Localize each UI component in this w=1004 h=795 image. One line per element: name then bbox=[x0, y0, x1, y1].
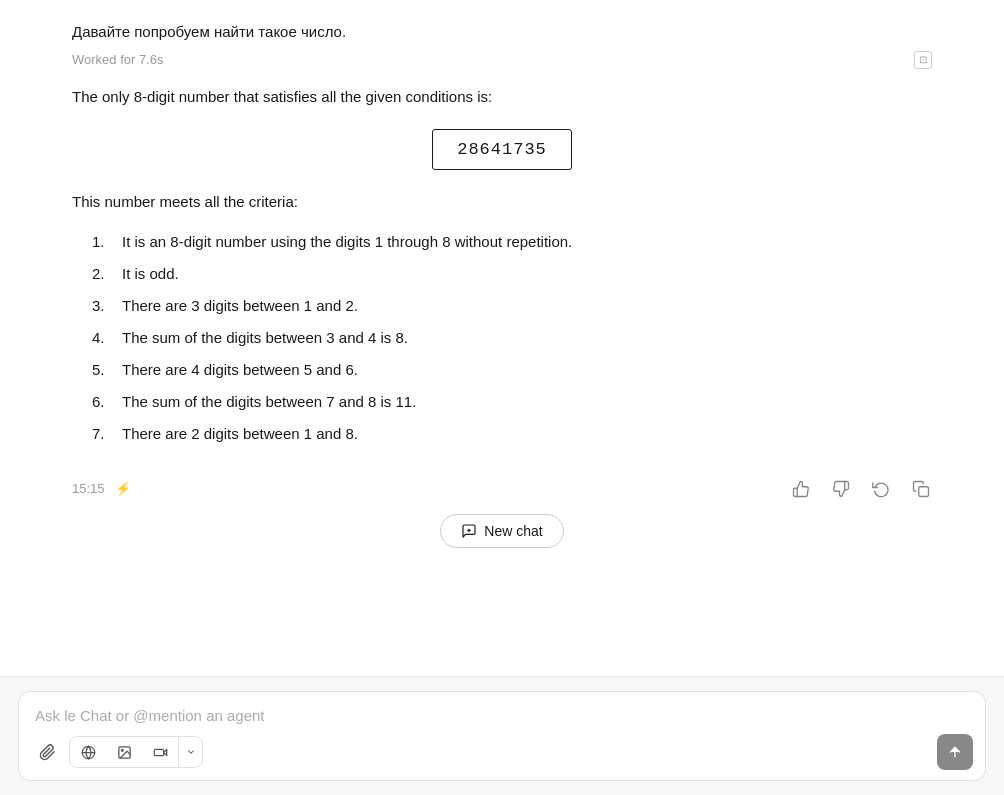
criteria-list: 1. It is an 8-digit number using the dig… bbox=[72, 226, 932, 450]
criteria-item-1: It is an 8-digit number using the digits… bbox=[122, 230, 572, 254]
new-chat-label: New chat bbox=[484, 523, 542, 539]
criteria-intro: This number meets all the criteria: bbox=[72, 190, 932, 214]
intro-text: Давайте попробуем найти такое число. bbox=[72, 20, 932, 44]
more-options-button[interactable] bbox=[178, 737, 202, 767]
list-item: 2. It is odd. bbox=[72, 258, 932, 290]
worked-for-text: Worked for 7.6s bbox=[72, 50, 164, 71]
criteria-item-6: The sum of the digits between 7 and 8 is… bbox=[122, 390, 416, 414]
svg-rect-0 bbox=[919, 487, 929, 497]
criteria-item-3: There are 3 digits between 1 and 2. bbox=[122, 294, 358, 318]
criteria-item-2: It is odd. bbox=[122, 262, 179, 286]
list-num: 7. bbox=[92, 422, 112, 446]
criteria-item-5: There are 4 digits between 5 and 6. bbox=[122, 358, 358, 382]
globe-button[interactable] bbox=[70, 737, 106, 767]
list-item: 1. It is an 8-digit number using the dig… bbox=[72, 226, 932, 258]
footer-left: 15:15 ⚡ bbox=[72, 479, 131, 500]
list-item: 4. The sum of the digits between 3 and 4… bbox=[72, 322, 932, 354]
send-button[interactable] bbox=[937, 734, 973, 770]
message-footer: 15:15 ⚡ bbox=[72, 468, 932, 504]
criteria-item-4: The sum of the digits between 3 and 4 is… bbox=[122, 326, 408, 350]
list-num: 6. bbox=[92, 390, 112, 414]
bolt-icon: ⚡ bbox=[115, 479, 131, 500]
attach-button[interactable] bbox=[31, 736, 63, 768]
new-chat-icon bbox=[461, 523, 477, 539]
chat-area: Давайте попробуем найти такое число. Wor… bbox=[0, 0, 1004, 676]
list-num: 1. bbox=[92, 230, 112, 254]
list-item: 3. There are 3 digits between 1 and 2. bbox=[72, 290, 932, 322]
input-box: Ask le Chat or @mention an agent bbox=[18, 691, 986, 781]
result-text: The only 8-digit number that satisfies a… bbox=[72, 85, 932, 109]
answer-number: 28641735 bbox=[432, 129, 572, 170]
toolbar-btn-group bbox=[69, 736, 203, 768]
criteria-item-7: There are 2 digits between 1 and 8. bbox=[122, 422, 358, 446]
list-item: 7. There are 2 digits between 1 and 8. bbox=[72, 418, 932, 450]
message-block: Давайте попробуем найти такое число. Wor… bbox=[72, 20, 932, 564]
toolbar-left bbox=[31, 736, 203, 768]
video-button[interactable] bbox=[142, 737, 178, 767]
copy-button[interactable] bbox=[910, 478, 932, 500]
svg-rect-7 bbox=[154, 749, 163, 755]
worked-for-row: Worked for 7.6s ⊡ bbox=[72, 50, 932, 71]
input-area: Ask le Chat or @mention an agent bbox=[0, 676, 1004, 795]
footer-actions bbox=[790, 478, 932, 500]
new-chat-container: New chat bbox=[72, 504, 932, 564]
expand-icon[interactable]: ⊡ bbox=[914, 51, 932, 69]
input-placeholder: Ask le Chat or @mention an agent bbox=[35, 707, 265, 724]
new-chat-button[interactable]: New chat bbox=[440, 514, 563, 548]
regenerate-button[interactable] bbox=[870, 478, 892, 500]
thumbs-up-button[interactable] bbox=[790, 478, 812, 500]
list-num: 2. bbox=[92, 262, 112, 286]
number-box-container: 28641735 bbox=[72, 129, 932, 170]
thumbs-down-button[interactable] bbox=[830, 478, 852, 500]
list-item: 6. The sum of the digits between 7 and 8… bbox=[72, 386, 932, 418]
list-num: 4. bbox=[92, 326, 112, 350]
list-num: 5. bbox=[92, 358, 112, 382]
list-num: 3. bbox=[92, 294, 112, 318]
input-toolbar bbox=[31, 734, 973, 770]
timestamp: 15:15 bbox=[72, 479, 105, 500]
list-item: 5. There are 4 digits between 5 and 6. bbox=[72, 354, 932, 386]
image-button[interactable] bbox=[106, 737, 142, 767]
svg-point-6 bbox=[121, 749, 123, 751]
